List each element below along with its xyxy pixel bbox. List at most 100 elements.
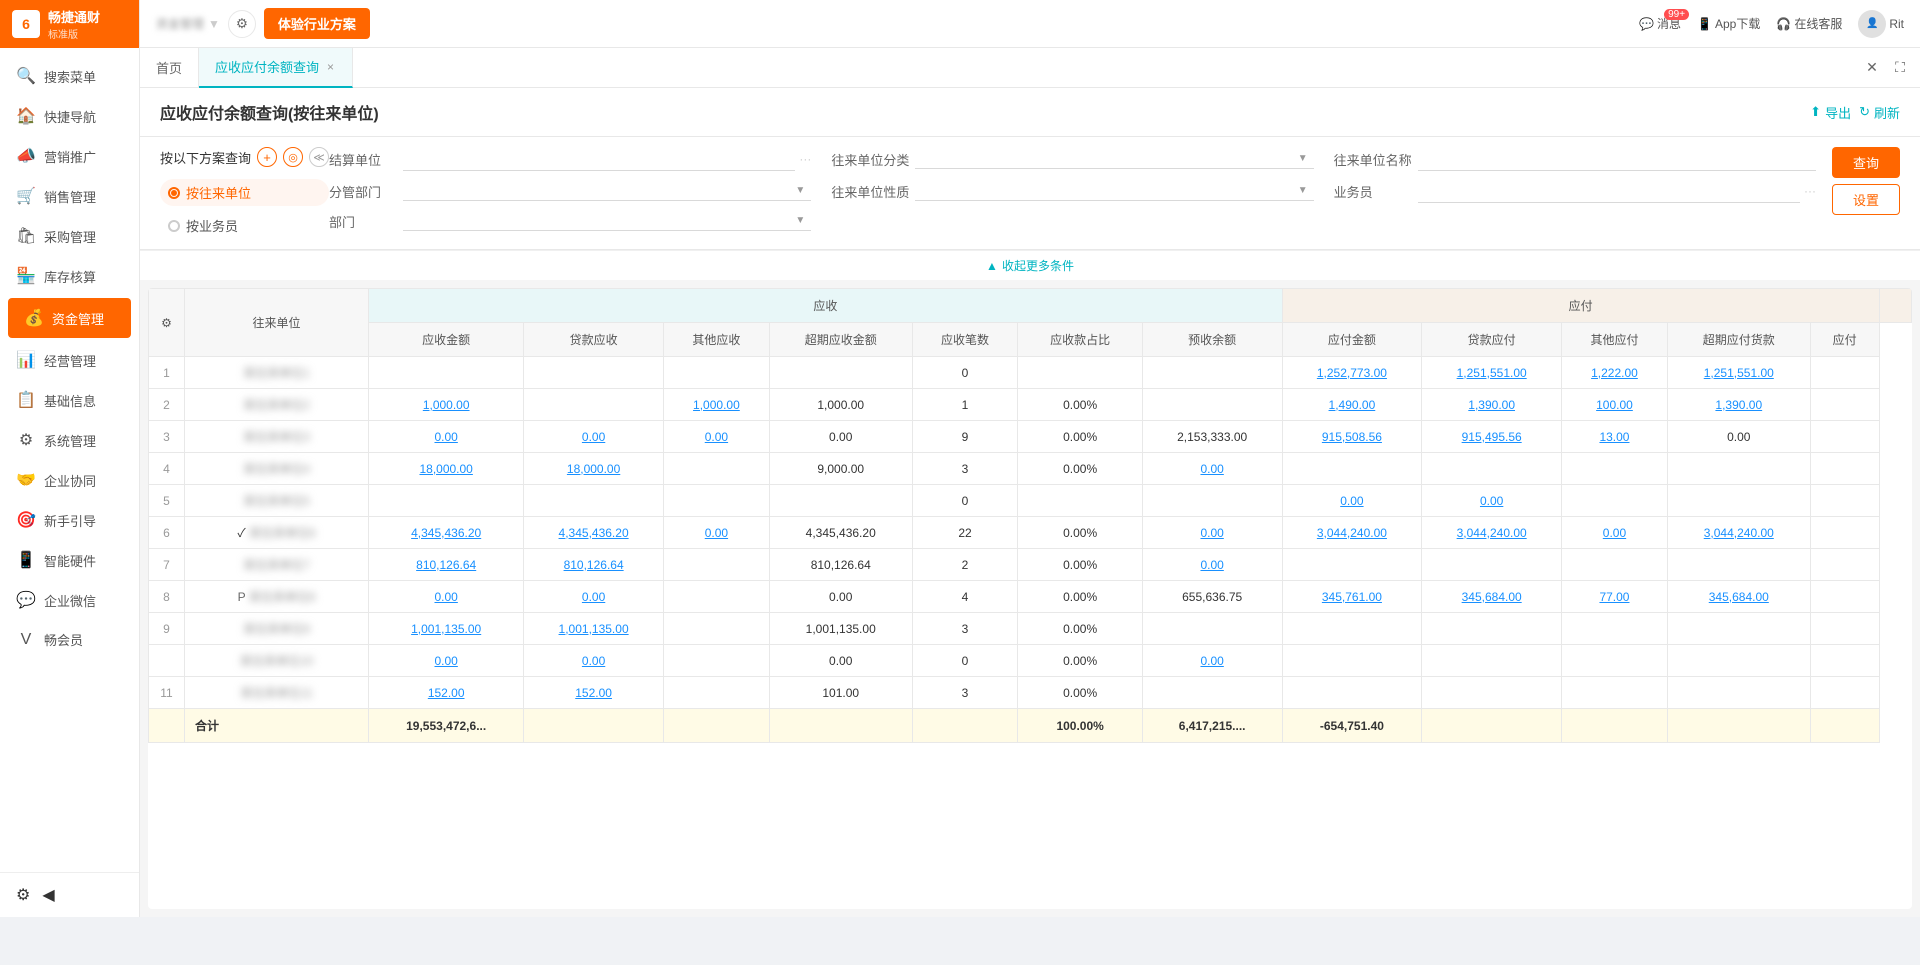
sidebar-collapse-icon[interactable]: ◀ xyxy=(42,885,54,905)
settlement-input[interactable] xyxy=(403,147,795,171)
ar-other-cell[interactable]: 1,000.00 xyxy=(663,389,769,421)
ar-loan-cell[interactable]: 0.00 xyxy=(524,645,664,677)
sidebar-item-inventory[interactable]: 🏪 库存核算 xyxy=(0,256,139,296)
sidebar-item-quicknav[interactable]: 🏠 快捷导航 xyxy=(0,96,139,136)
ap-amount-cell[interactable]: 345,761.00 xyxy=(1282,581,1422,613)
sidebar-item-search[interactable]: 🔍 搜索菜单 xyxy=(0,56,139,96)
settings-button[interactable]: 设置 xyxy=(1832,184,1900,215)
ar-amount-cell[interactable]: 18,000.00 xyxy=(369,453,524,485)
ar-amount-cell[interactable]: 1,000.00 xyxy=(369,389,524,421)
sidebar-item-operations[interactable]: 📊 经营管理 xyxy=(0,340,139,380)
ap-other-cell[interactable]: 100.00 xyxy=(1562,389,1668,421)
ap-loan-cell[interactable]: 345,684.00 xyxy=(1422,581,1562,613)
ar-prepay-cell[interactable]: 0.00 xyxy=(1142,645,1282,677)
ap-other-cell[interactable]: 1,222.00 xyxy=(1562,357,1668,389)
dept-select[interactable]: ▼ xyxy=(403,181,811,201)
ar-amount-cell[interactable]: 152.00 xyxy=(369,677,524,709)
tab-close-button[interactable]: × xyxy=(325,58,336,76)
marketing-icon: 📣 xyxy=(16,146,36,166)
collapse-bar[interactable]: ▲ 收起更多条件 xyxy=(140,250,1920,280)
sidebar-item-guide[interactable]: 🎯 新手引导 xyxy=(0,500,139,540)
department-select[interactable]: ▼ xyxy=(403,211,811,231)
partner-type-select[interactable]: ▼ xyxy=(915,181,1313,201)
ar-overdue-cell: 1,001,135.00 xyxy=(769,613,912,645)
settlement-ellipsis-icon[interactable]: ··· xyxy=(799,152,811,166)
ap-amount-cell[interactable]: 1,252,773.00 xyxy=(1282,357,1422,389)
tab-current[interactable]: 应收应付余额查询 × xyxy=(199,48,353,88)
gear-col-header[interactable]: ⚙ xyxy=(149,289,185,357)
ar-loan-cell[interactable]: 4,345,436.20 xyxy=(524,517,664,549)
collapse-label: 收起更多条件 xyxy=(1002,257,1074,274)
ap-amount-cell[interactable]: 0.00 xyxy=(1282,485,1422,517)
ap-amount-cell[interactable]: 3,044,240.00 xyxy=(1282,517,1422,549)
ar-loan-cell[interactable]: 0.00 xyxy=(524,421,664,453)
ap-loan-cell[interactable]: 1,390.00 xyxy=(1422,389,1562,421)
sidebar-item-hardware[interactable]: 📱 智能硬件 xyxy=(0,540,139,580)
ar-amount-cell[interactable]: 1,001,135.00 xyxy=(369,613,524,645)
add-filter-button[interactable]: + xyxy=(257,147,277,167)
table-row: 某往来单位10 0.00 0.00 0.00 0 0.00% 0.00 xyxy=(149,645,1912,677)
app-download-item[interactable]: 📱 App下载 xyxy=(1697,15,1760,32)
ar-amount-cell[interactable]: 0.00 xyxy=(369,581,524,613)
partner-name-input[interactable] xyxy=(1418,147,1816,171)
ap-loan-cell[interactable]: 915,495.56 xyxy=(1422,421,1562,453)
sidebar-item-purchase[interactable]: 🛍 采购管理 xyxy=(0,216,139,256)
ap-overdue-cell[interactable]: 1,251,551.00 xyxy=(1667,357,1810,389)
target-filter-button[interactable]: ◎ xyxy=(283,147,303,167)
trial-industry-button[interactable]: 体验行业方案 xyxy=(264,8,370,39)
sidebar-item-basicinfo[interactable]: 📋 基础信息 xyxy=(0,380,139,420)
user-area[interactable]: 👤 Rit xyxy=(1858,10,1904,38)
tab-fullscreen-button[interactable]: ⛶ xyxy=(1888,56,1912,80)
ar-loan-cell[interactable]: 1,001,135.00 xyxy=(524,613,664,645)
partner-category-select[interactable]: ▼ xyxy=(915,149,1313,169)
ap-amount-cell[interactable]: 915,508.56 xyxy=(1282,421,1422,453)
tab-close-window-button[interactable]: ✕ xyxy=(1860,56,1884,80)
sidebar-item-member[interactable]: V 畅会员 xyxy=(0,620,139,659)
sidebar-item-wechat[interactable]: 💬 企业微信 xyxy=(0,580,139,620)
online-service-item[interactable]: 🎧 在线客服 xyxy=(1776,15,1842,32)
salesperson-ellipsis-icon[interactable]: ··· xyxy=(1804,184,1816,198)
tab-home[interactable]: 首页 xyxy=(140,48,199,88)
sidebar-item-sales[interactable]: 🛒 销售管理 xyxy=(0,176,139,216)
sidebar-item-sysmanage[interactable]: ⚙ 系统管理 xyxy=(0,420,139,460)
messages-item[interactable]: 💬 消息 99+ xyxy=(1639,15,1681,32)
ap-loan-cell[interactable]: 0.00 xyxy=(1422,485,1562,517)
expand-filter-button[interactable]: ≪ xyxy=(309,147,329,167)
ar-loan-cell[interactable]: 810,126.64 xyxy=(524,549,664,581)
salesperson-input[interactable] xyxy=(1418,179,1800,203)
export-button[interactable]: ⬆ 导出 xyxy=(1810,103,1851,122)
sidebar-settings-icon[interactable]: ⚙ xyxy=(16,885,30,905)
ar-prepay-cell[interactable]: 0.00 xyxy=(1142,549,1282,581)
ar-amount-cell[interactable]: 0.00 xyxy=(369,645,524,677)
sidebar-item-collab[interactable]: 🤝 企业协同 xyxy=(0,460,139,500)
ap-other-cell[interactable]: 13.00 xyxy=(1562,421,1668,453)
ar-loan-cell[interactable]: 152.00 xyxy=(524,677,664,709)
ar-amount-cell[interactable]: 810,126.64 xyxy=(369,549,524,581)
page-area: 应收应付余额查询(按往来单位) ⬆ 导出 ↻ 刷新 按以下方案查询 + ◎ xyxy=(140,88,1920,917)
ap-amount-cell[interactable]: 1,490.00 xyxy=(1282,389,1422,421)
sidebar-item-marketing[interactable]: 📣 营销推广 xyxy=(0,136,139,176)
ap-other-cell[interactable]: 77.00 xyxy=(1562,581,1668,613)
settings-gear-button[interactable]: ⚙ xyxy=(228,10,256,38)
query-button[interactable]: 查询 xyxy=(1832,147,1900,178)
partner-cell: 某往来单位7 xyxy=(185,549,369,581)
filter-nav-item-partner[interactable]: 按往来单位 xyxy=(160,179,329,206)
ap-loan-cell[interactable]: 3,044,240.00 xyxy=(1422,517,1562,549)
ap-overdue-cell[interactable]: 345,684.00 xyxy=(1667,581,1810,613)
sidebar-item-finance[interactable]: 💰 资金管理 xyxy=(8,298,131,338)
ar-other-cell[interactable]: 0.00 xyxy=(663,421,769,453)
ap-loan-cell[interactable]: 1,251,551.00 xyxy=(1422,357,1562,389)
ar-prepay-cell[interactable]: 0.00 xyxy=(1142,453,1282,485)
filter-nav-item-salesperson[interactable]: 按业务员 xyxy=(160,212,329,239)
ap-overdue-cell[interactable]: 1,390.00 xyxy=(1667,389,1810,421)
ar-loan-cell[interactable]: 18,000.00 xyxy=(524,453,664,485)
ar-amount-cell[interactable]: 4,345,436.20 xyxy=(369,517,524,549)
refresh-button[interactable]: ↻ 刷新 xyxy=(1859,103,1900,122)
ap-other-cell[interactable]: 0.00 xyxy=(1562,517,1668,549)
ar-prepay-cell[interactable]: 0.00 xyxy=(1142,517,1282,549)
ar-amount-cell[interactable]: 0.00 xyxy=(369,421,524,453)
ap-overdue-cell[interactable]: 3,044,240.00 xyxy=(1667,517,1810,549)
refresh-icon: ↻ xyxy=(1859,104,1870,120)
ar-other-cell[interactable]: 0.00 xyxy=(663,517,769,549)
ar-loan-cell[interactable]: 0.00 xyxy=(524,581,664,613)
